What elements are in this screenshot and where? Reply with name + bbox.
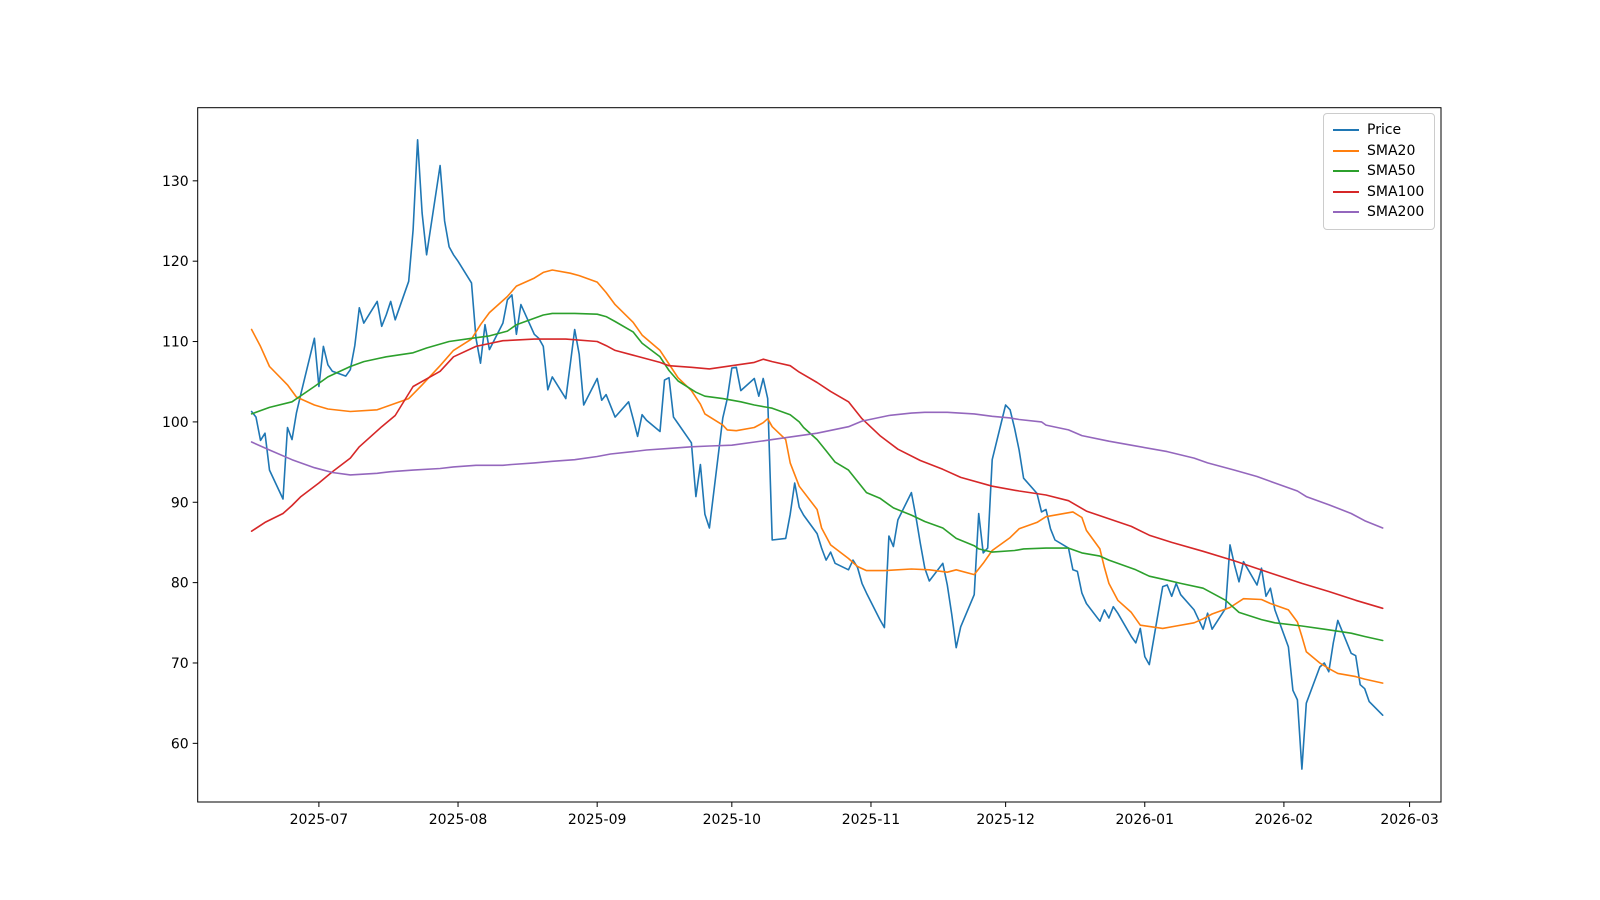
legend-entry-sma20: SMA20 [1333,141,1424,162]
legend-entry-sma200: SMA200 [1333,202,1424,223]
y-axis-tick-label: 70 [171,656,189,672]
legend-line-icon [1333,129,1359,132]
legend-entry-price: Price [1333,120,1424,141]
x-axis-tick-label: 2025-11 [842,812,901,828]
legend-label: SMA100 [1367,183,1425,200]
legend-entry-sma100: SMA100 [1333,182,1424,203]
legend-line-icon [1333,211,1359,214]
legend-line-icon [1333,149,1359,152]
x-axis-tick-label: 2026-03 [1380,812,1439,828]
figure: 2025-07 2025-08 2025-09 2025-10 2025-11 2025-… [0,0,1600,900]
legend-label: SMA20 [1367,142,1416,159]
x-axis-tick-label: 2025-08 [429,812,488,828]
legend: Price SMA20 SMA50 SMA100 SMA200 [1323,113,1436,230]
legend-label: SMA200 [1367,204,1425,221]
x-axis-tick-label: 2025-07 [290,812,349,828]
x-axis-tick-label: 2026-02 [1255,812,1314,828]
y-axis-tick-label: 90 [171,495,189,511]
y-axis-tick-label: 100 [162,415,189,431]
legend-entry-sma50: SMA50 [1333,161,1424,182]
legend-line-icon [1333,190,1359,193]
x-axis-tick-label: 2025-10 [703,812,762,828]
x-axis-tick-label: 2025-12 [976,812,1035,828]
x-axis-tick-label: 2026-01 [1116,812,1175,828]
legend-line-icon [1333,170,1359,173]
legend-label: Price [1367,122,1402,139]
y-axis-tick-label: 60 [171,736,189,752]
y-axis-tick-label: 110 [162,335,189,351]
y-axis-tick-label: 130 [162,174,189,190]
y-axis-tick-label: 80 [171,576,189,592]
legend-label: SMA50 [1367,163,1416,180]
y-axis-tick-label: 120 [162,254,189,270]
x-axis-tick-label: 2025-09 [568,812,627,828]
